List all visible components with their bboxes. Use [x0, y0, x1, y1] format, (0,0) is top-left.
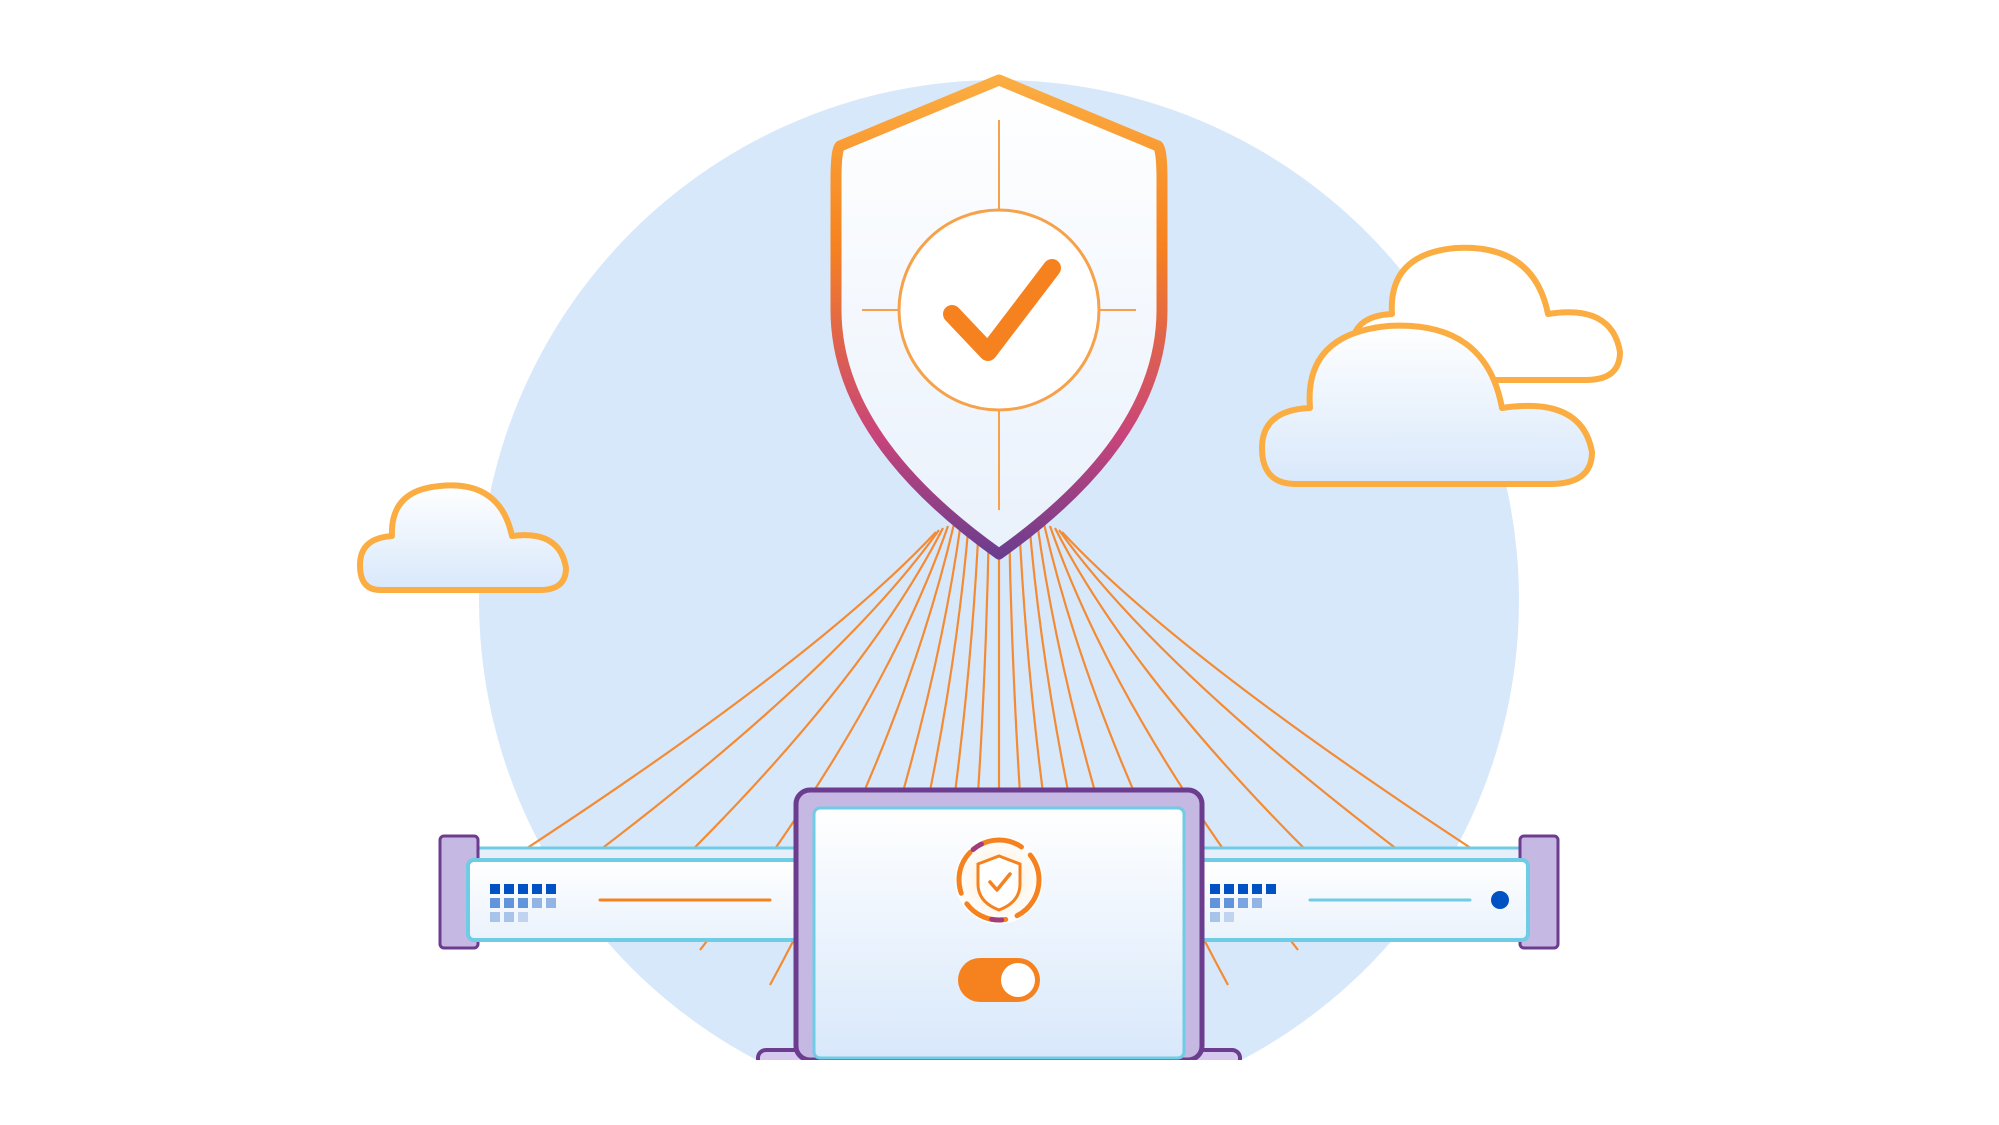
- server-right-icon: [1188, 836, 1558, 948]
- laptop-icon: [758, 790, 1240, 1070]
- security-illustration: [0, 0, 1999, 1125]
- server-left-icon: [440, 836, 808, 948]
- toggle-on-icon: [958, 958, 1040, 1002]
- laptop-shield-badge-icon: [955, 836, 1043, 924]
